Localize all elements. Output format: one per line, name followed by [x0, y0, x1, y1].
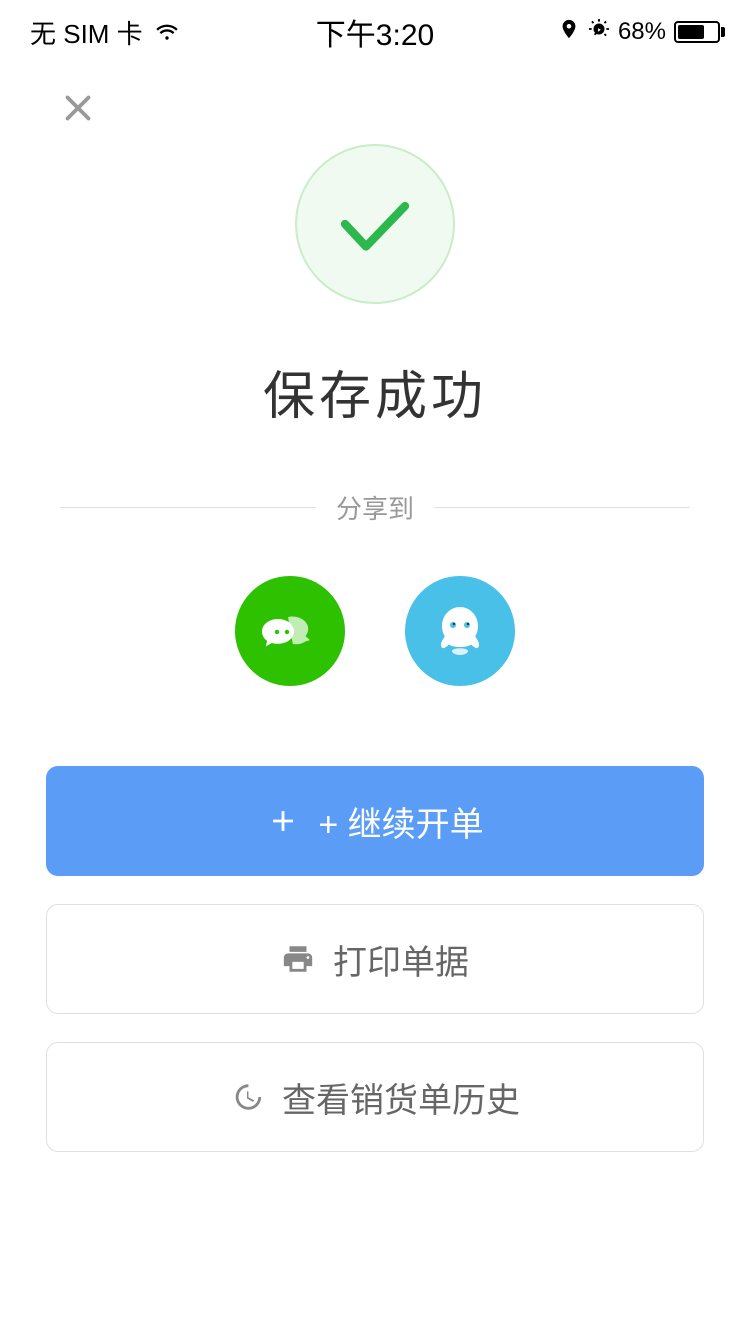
action-buttons: + 继续开单 打印单据 查看销货单历史	[0, 766, 750, 1152]
qq-share-button[interactable]	[405, 576, 515, 686]
wechat-share-button[interactable]	[235, 576, 345, 686]
share-label: 分享到	[336, 489, 414, 526]
plus-icon	[266, 804, 300, 838]
clock-icon	[230, 1080, 264, 1114]
print-button[interactable]: 打印单据	[46, 904, 704, 1014]
battery-icon	[674, 21, 720, 43]
status-bar: 无 SIM 卡 下午3:20 68%	[0, 0, 750, 64]
printer-icon	[281, 942, 315, 976]
history-label: 查看销货单历史	[282, 1073, 520, 1122]
continue-label: + 继续开单	[318, 797, 483, 846]
wifi-icon	[153, 17, 181, 48]
divider-line-right	[434, 507, 690, 508]
close-button[interactable]	[50, 80, 106, 136]
history-button[interactable]: 查看销货单历史	[46, 1042, 704, 1152]
success-title: 保存成功	[263, 354, 487, 429]
status-time: 下午3:20	[316, 10, 434, 54]
continue-button[interactable]: + 继续开单	[46, 766, 704, 876]
share-divider: 分享到	[0, 489, 750, 526]
divider-line-left	[60, 507, 316, 508]
battery-percent: 68%	[618, 18, 666, 46]
print-label: 打印单据	[333, 935, 469, 984]
wechat-icon	[258, 599, 322, 663]
status-left: 无 SIM 卡	[30, 14, 181, 51]
share-buttons	[235, 576, 515, 686]
status-right: 68%	[558, 18, 720, 47]
carrier-text: 无 SIM 卡	[30, 14, 143, 51]
checkmark-icon	[330, 179, 420, 269]
location-icon	[558, 18, 580, 47]
qq-icon	[428, 599, 492, 663]
alarm-icon	[588, 18, 610, 47]
success-icon-circle	[295, 144, 455, 304]
main-content: 保存成功 分享到	[0, 64, 750, 1152]
